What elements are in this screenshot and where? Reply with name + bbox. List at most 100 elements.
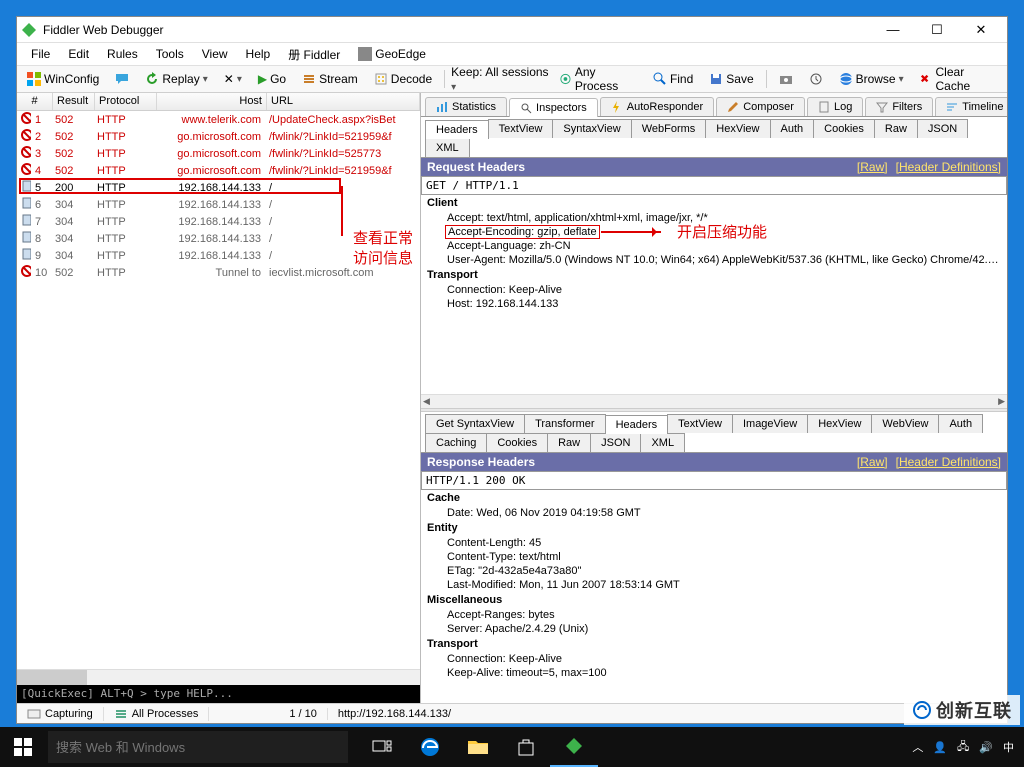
resp-header-defs-link[interactable]: [Header Definitions] — [896, 455, 1001, 469]
menu-edit[interactable]: Edit — [60, 45, 97, 63]
remove-button[interactable]: ✕▾ — [218, 69, 248, 89]
resp-content-type[interactable]: Content-Type: text/html — [421, 550, 1007, 564]
resp-tab-textview[interactable]: TextView — [667, 414, 733, 433]
resp-tab-json[interactable]: JSON — [590, 433, 641, 452]
col-protocol[interactable]: Protocol — [95, 93, 157, 110]
screenshot-button[interactable] — [773, 69, 799, 89]
save-button[interactable]: Save — [703, 69, 759, 89]
req-scrollbar[interactable]: ◀▶ — [421, 394, 1007, 408]
any-process-button[interactable]: Any Process — [553, 62, 643, 96]
req-host[interactable]: Host: 192.168.144.133 — [421, 297, 1007, 311]
req-accept[interactable]: Accept: text/html, application/xhtml+xml… — [421, 211, 1007, 225]
req-tab-auth[interactable]: Auth — [770, 119, 815, 138]
req-raw-link[interactable]: [Raw] — [857, 160, 888, 174]
resp-tab-hexview[interactable]: HexView — [807, 414, 872, 433]
resp-tab-caching[interactable]: Caching — [425, 433, 487, 452]
replay-button[interactable]: Replay▾ — [139, 69, 213, 89]
resp-tab-auth[interactable]: Auth — [938, 414, 983, 433]
keep-sessions-dropdown[interactable]: Keep: All sessions ▾ — [451, 65, 549, 93]
tab-inspectors[interactable]: Inspectors — [509, 98, 598, 117]
close-button[interactable]: ✕ — [959, 18, 1003, 42]
col-url[interactable]: URL — [267, 93, 420, 110]
session-row[interactable]: 3502HTTPgo.microsoft.com/fwlink/?LinkId=… — [17, 145, 420, 162]
quickexec-input[interactable]: [QuickExec] ALT+Q > type HELP... — [17, 685, 420, 703]
req-accept-encoding[interactable]: Accept-Encoding: gzip, deflate — [445, 225, 600, 239]
store-button[interactable] — [502, 727, 550, 767]
sb-capturing[interactable]: Capturing — [17, 707, 104, 721]
tab-log[interactable]: Log — [807, 97, 863, 116]
resp-raw-link[interactable]: [Raw] — [857, 455, 888, 469]
menu-fiddler[interactable]: 册 Fiddler — [280, 44, 348, 65]
resp-tab-cookies[interactable]: Cookies — [486, 433, 548, 452]
comment-button[interactable] — [109, 69, 135, 89]
stream-button[interactable]: Stream — [296, 69, 364, 89]
sessions-list[interactable]: 1502HTTPwww.telerik.com/UpdateCheck.aspx… — [17, 111, 420, 669]
col-result[interactable]: Result — [53, 93, 95, 110]
menu-tools[interactable]: Tools — [148, 45, 192, 63]
session-row[interactable]: 7304HTTP192.168.144.133/ — [17, 213, 420, 230]
resp-tab-raw[interactable]: Raw — [547, 433, 591, 452]
tab-autoresponder[interactable]: AutoResponder — [600, 97, 714, 116]
req-connection[interactable]: Connection: Keep-Alive — [421, 283, 1007, 297]
sb-processes[interactable]: All Processes — [104, 707, 210, 721]
find-button[interactable]: Find — [647, 69, 699, 89]
req-tab-headers[interactable]: Headers — [425, 120, 489, 139]
tab-filters[interactable]: Filters — [865, 97, 933, 116]
menu-geoedge[interactable]: GeoEdge — [350, 45, 434, 63]
resp-etag[interactable]: ETag: "2d-432a5e4a73a80" — [421, 564, 1007, 578]
resp-tab-xml[interactable]: XML — [640, 433, 685, 452]
req-tab-webforms[interactable]: WebForms — [631, 119, 707, 138]
resp-date[interactable]: Date: Wed, 06 Nov 2019 04:19:58 GMT — [421, 506, 1007, 520]
fiddler-taskbar-button[interactable] — [550, 727, 598, 767]
session-row[interactable]: 2502HTTPgo.microsoft.com/fwlink/?LinkId=… — [17, 128, 420, 145]
session-row[interactable]: 6304HTTP192.168.144.133/ — [17, 196, 420, 213]
resp-tab-webview[interactable]: WebView — [871, 414, 939, 433]
resp-tab-getsyntax[interactable]: Get SyntaxView — [425, 414, 525, 433]
req-header-defs-link[interactable]: [Header Definitions] — [896, 160, 1001, 174]
menu-help[interactable]: Help — [238, 45, 279, 63]
taskview-button[interactable] — [358, 727, 406, 767]
winconfig-button[interactable]: WinConfig — [21, 69, 105, 89]
menu-file[interactable]: File — [23, 45, 58, 63]
tab-statistics[interactable]: Statistics — [425, 97, 507, 116]
resp-accept-ranges[interactable]: Accept-Ranges: bytes — [421, 608, 1007, 622]
tray-chevron-icon[interactable]: ︿ — [912, 739, 923, 755]
req-accept-language[interactable]: Accept-Language: zh-CN — [421, 239, 1007, 253]
tray-volume-icon[interactable]: 🔊 — [979, 741, 993, 754]
clear-cache-button[interactable]: ✖Clear Cache — [914, 62, 1003, 96]
req-tab-cookies[interactable]: Cookies — [813, 119, 875, 138]
req-tab-hexview[interactable]: HexView — [705, 119, 770, 138]
col-host[interactable]: Host — [157, 93, 267, 110]
system-tray[interactable]: ︿ 👤 🖧 🔊 中 — [912, 738, 1024, 757]
menu-rules[interactable]: Rules — [99, 45, 146, 63]
session-row[interactable]: 8304HTTP192.168.144.133/ — [17, 230, 420, 247]
taskbar-search[interactable] — [48, 731, 348, 763]
tab-composer[interactable]: Composer — [716, 97, 805, 116]
explorer-button[interactable] — [454, 727, 502, 767]
resp-connection[interactable]: Connection: Keep-Alive — [421, 652, 1007, 666]
req-tab-raw[interactable]: Raw — [874, 119, 918, 138]
minimize-button[interactable]: — — [871, 18, 915, 42]
resp-tab-transformer[interactable]: Transformer — [524, 414, 606, 433]
req-user-agent[interactable]: User-Agent: Mozilla/5.0 (Windows NT 10.0… — [421, 253, 1007, 267]
horizontal-scrollbar[interactable] — [17, 669, 420, 685]
tray-network-icon[interactable]: 🖧 — [957, 738, 969, 757]
req-tab-syntaxview[interactable]: SyntaxView — [552, 119, 631, 138]
tray-people-icon[interactable]: 👤 — [933, 741, 947, 754]
req-tab-xml[interactable]: XML — [425, 138, 470, 157]
req-tab-json[interactable]: JSON — [917, 119, 968, 138]
browse-button[interactable]: Browse ▾ — [833, 69, 910, 89]
session-row[interactable]: 1502HTTPwww.telerik.com/UpdateCheck.aspx… — [17, 111, 420, 128]
req-tab-textview[interactable]: TextView — [488, 119, 554, 138]
edge-button[interactable] — [406, 727, 454, 767]
resp-content-length[interactable]: Content-Length: 45 — [421, 536, 1007, 550]
start-button[interactable] — [0, 727, 46, 767]
resp-server[interactable]: Server: Apache/2.4.29 (Unix) — [421, 622, 1007, 636]
maximize-button[interactable]: ☐ — [915, 18, 959, 42]
timer-button[interactable] — [803, 69, 829, 89]
col-number[interactable]: # — [17, 93, 53, 110]
session-row[interactable]: 4502HTTPgo.microsoft.com/fwlink/?LinkId=… — [17, 162, 420, 179]
resp-tab-imageview[interactable]: ImageView — [732, 414, 808, 433]
decode-button[interactable]: Decode — [368, 69, 438, 89]
resp-last-modified[interactable]: Last-Modified: Mon, 11 Jun 2007 18:53:14… — [421, 578, 1007, 592]
